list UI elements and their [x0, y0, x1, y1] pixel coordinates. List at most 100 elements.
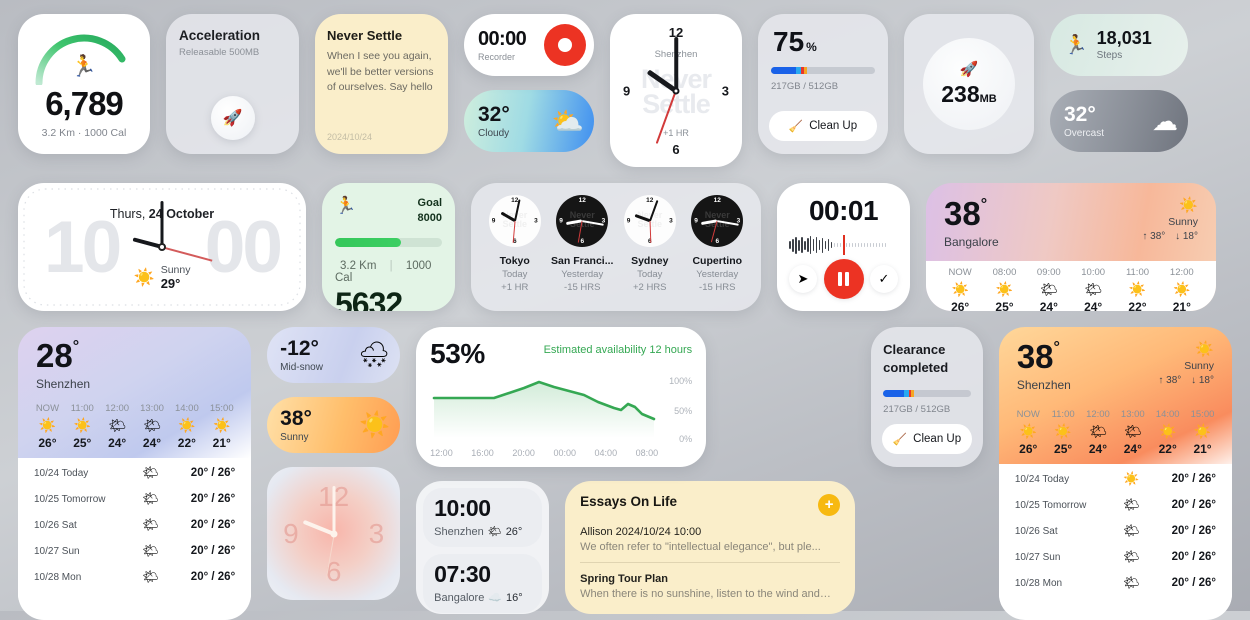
sun-icon: ☀️ — [1019, 423, 1037, 439]
widget-clearance[interactable]: Clearance completed 217GB / 512GB 🧹 Clea… — [871, 327, 983, 467]
widget-weather-overcast-pill[interactable]: 32° Overcast ☁ — [1050, 90, 1188, 152]
sun-icon: ☀️ — [38, 417, 57, 433]
note-date: 2024/10/24 — [327, 132, 373, 142]
essays-header: Essays On Life + — [580, 494, 841, 516]
widget-storage[interactable]: 75% 217GB / 512GB 🧹 Clean Up — [758, 14, 888, 154]
clock-timezone: +1 HR — [663, 127, 689, 138]
world-clock-item[interactable]: 12 3 6 9 Never Settle San Franci... Yeste… — [549, 195, 617, 299]
day-row: 10/24 Today 🌤 20° / 26° — [34, 465, 236, 480]
hour-item: 12:00 🌤 24° — [1081, 409, 1116, 456]
sun-cloud-icon: 🌤 — [1123, 523, 1140, 538]
flip-weekday: Thurs, — [109, 207, 146, 221]
widget-art-clock[interactable]: 12 3 6 9 — [267, 467, 401, 600]
sun-icon: ☀️ — [1158, 423, 1177, 439]
widget-row-3: 28° Shenzhen NOW ☀️ 26° 11:00 ☀️ 25° 12:00 🌤 2… — [18, 327, 1232, 620]
widget-flip-clock[interactable]: 10 00 Thurs, 24 October ☀️ Sunny 29° — [18, 183, 306, 311]
storage-seg-0 — [771, 67, 796, 74]
sun-cloud-icon: 🌤 — [1039, 281, 1058, 297]
widget-weather-bangalore[interactable]: 38° Bangalore ☀️ Sunny ↑ 38° ↓ 18° NOW ☀️… — [926, 183, 1216, 311]
widget-steps-ring[interactable]: 🏃 6,789 3.2 Km · 1000 Cal — [18, 14, 150, 154]
city-clock-item[interactable]: 10:00 Shenzhen 🌤 26° — [423, 488, 543, 547]
world-clock-dial: 12 3 6 9 NeverSettle — [623, 195, 676, 247]
widget-memory-orb[interactable]: 🚀 238MB — [904, 14, 1034, 154]
art-clock-number-3: 3 — [368, 517, 385, 549]
pause-icon[interactable] — [823, 259, 864, 299]
city-clock-item[interactable]: 07:30 Bangalore ☁️ 16° — [423, 554, 543, 613]
world-clock-item[interactable]: 12 3 6 9 NeverSettle Sydney Today +2 HRS — [616, 195, 684, 299]
hour-item: 11:00 ☀️ 25° — [65, 403, 100, 450]
note-body: When I see you again, we'll be better ve… — [327, 50, 434, 94]
running-icon: 🏃 — [70, 55, 98, 78]
broom-icon: 🧹 — [892, 434, 908, 446]
steps-value: 6,789 — [45, 85, 124, 122]
widget-recorder[interactable]: 00:01 ➤ ✓ — [777, 183, 910, 311]
check-icon[interactable]: ✓ — [870, 265, 898, 293]
chart-xtick: 04:00 — [594, 448, 618, 458]
snow-cloud-icon: 🌨 — [358, 340, 391, 369]
widget-weather-snow-pill[interactable]: -12° Mid-snow 🌨 — [267, 327, 401, 383]
widget-dual-city-clock[interactable]: 10:00 Shenzhen 🌤 26° 07:30 Bangalore ☁️ … — [416, 481, 550, 614]
widget-weather-shenzhen-small[interactable]: 28° Shenzhen NOW ☀️ 26° 11:00 ☀️ 25° 12:00 🌤 2… — [18, 327, 252, 620]
clean-up-button[interactable]: 🧹 Clean Up — [882, 424, 972, 454]
day-row: 10/26 Sat 🌤 20° / 26° — [34, 517, 236, 532]
world-clock-day: Yesterday — [561, 269, 604, 280]
chart-header: 53% Estimated availability 12 hours — [430, 340, 692, 368]
widget-note[interactable]: Never Settle When I see you again, we'll… — [315, 14, 448, 154]
widget-analog-clock[interactable]: 12 3 6 9 Shenzhen Never Settle +1 HR — [610, 14, 742, 167]
widget-essays[interactable]: Essays On Life + Allison 2024/10/24 10:0… — [565, 481, 856, 614]
widget-acceleration[interactable]: Acceleration Releasable 500MB 🚀 — [166, 14, 299, 154]
widget-weather-sunny-pill[interactable]: 38° Sunny ☀️ — [267, 397, 401, 453]
world-clock-offset: +2 HRS — [632, 282, 667, 293]
hour-item: 13:00 🌤 24° — [1115, 409, 1150, 456]
add-icon[interactable]: + — [818, 494, 841, 516]
essay-item[interactable]: Allison 2024/10/24 10:00 We often refer … — [580, 526, 840, 553]
widget-row-2: 10 00 Thurs, 24 October ☀️ Sunny 29° 🏃 G… — [18, 183, 1232, 311]
world-clock-city: Sydney — [631, 255, 669, 267]
day-row: 10/24 Today ☀️ 20° / 26° — [1014, 471, 1216, 486]
clean-up-button[interactable]: 🧹 Clean Up — [769, 111, 877, 141]
chart-value: 53% — [430, 338, 485, 369]
rocket-icon: 🚀 — [222, 110, 243, 127]
widget-weather-shenzhen-big[interactable]: 38° Shenzhen ☀️ Sunny ↑ 38° ↓ 18° NOW ☀️ 2… — [998, 327, 1232, 620]
widget-fitness-goal[interactable]: 🏃 Goal 8000 3.2 Km | 1000 Cal 5632 — [322, 183, 455, 311]
widget-weather-cloudy-pill[interactable]: 32° Cloudy ⛅ — [464, 90, 594, 152]
weather-daily: 10/24 Today 🌤 20° / 26° 10/25 Tomorrow 🌤 20°… — [18, 458, 252, 600]
memory-orb[interactable]: 🚀 238MB — [923, 38, 1015, 130]
sun-icon: ☀️ — [1128, 281, 1147, 297]
snow-cond: Mid-snow — [280, 361, 323, 373]
chart-ylabel-50: 50% — [674, 406, 693, 416]
sun-icon: ☀️ — [1195, 341, 1214, 358]
weather-hourly: NOW ☀️ 26° 11:00 ☀️ 25° 12:00 🌤 24° 13:00 🌤 24° … — [999, 407, 1232, 464]
weather-highlow: ↑ 38° ↓ 18° — [1135, 231, 1198, 242]
city-clock-time: 07:30 — [434, 561, 491, 587]
widget-recorder-pill[interactable]: 00:00 Recorder — [464, 14, 594, 76]
world-clock-item[interactable]: 12 3 6 9 NeverSettle Tokyo Today +1 HR — [481, 195, 549, 299]
clock-number-6: 6 — [672, 141, 680, 157]
essay-item[interactable]: Spring Tour Plan When there is no sunshi… — [580, 573, 840, 600]
cursor-icon[interactable]: ➤ — [789, 265, 817, 293]
storage-seg-3 — [803, 67, 808, 74]
world-clock-dial: 12 3 6 9 NeverSettle — [691, 195, 744, 247]
cloud-icon: ☁️ — [488, 592, 503, 604]
day-row: 10/27 Sun 🌤 20° / 26° — [1014, 549, 1216, 564]
acceleration-button[interactable]: 🚀 — [210, 96, 255, 140]
sun-cloud-icon: ⛅ — [551, 105, 584, 136]
widget-steps-pill[interactable]: 🏃 18,031 Steps — [1050, 14, 1188, 76]
city-clock-city: Shenzhen — [434, 525, 484, 538]
essays-title: Essays On Life — [580, 494, 677, 509]
widget-battery-chart[interactable]: 53% Estimated availability 12 hours 100%… — [416, 327, 707, 467]
widget-row-1: 🏃 6,789 3.2 Km · 1000 Cal Acceleration R… — [18, 14, 1232, 167]
goal-meta: 3.2 Km | 1000 Cal — [335, 259, 432, 284]
sun-icon: ☀️ — [1054, 423, 1072, 439]
day-row: 10/27 Sun 🌤 20° / 26° — [34, 543, 236, 558]
goal-steps: 5632 — [335, 285, 403, 311]
hour-item: NOW ☀️ 26° — [938, 267, 982, 311]
clock-face: 12 3 6 9 Shenzhen Never Settle +1 HR — [613, 17, 739, 165]
sun-cloud-icon: 🌤 — [1089, 423, 1107, 439]
widget-world-clocks[interactable]: 12 3 6 9 NeverSettle Tokyo Today +1 HR 1… — [471, 183, 761, 311]
hour-item: 15:00 ☀️ 21° — [1185, 409, 1220, 456]
sun-cloud-icon: 🌤 — [142, 569, 159, 584]
record-icon[interactable] — [544, 24, 586, 66]
world-clock-item[interactable]: 12 3 6 9 Never Settle Cupertino Yesterday… — [684, 195, 752, 299]
essay-head: Spring Tour Plan — [580, 573, 668, 585]
